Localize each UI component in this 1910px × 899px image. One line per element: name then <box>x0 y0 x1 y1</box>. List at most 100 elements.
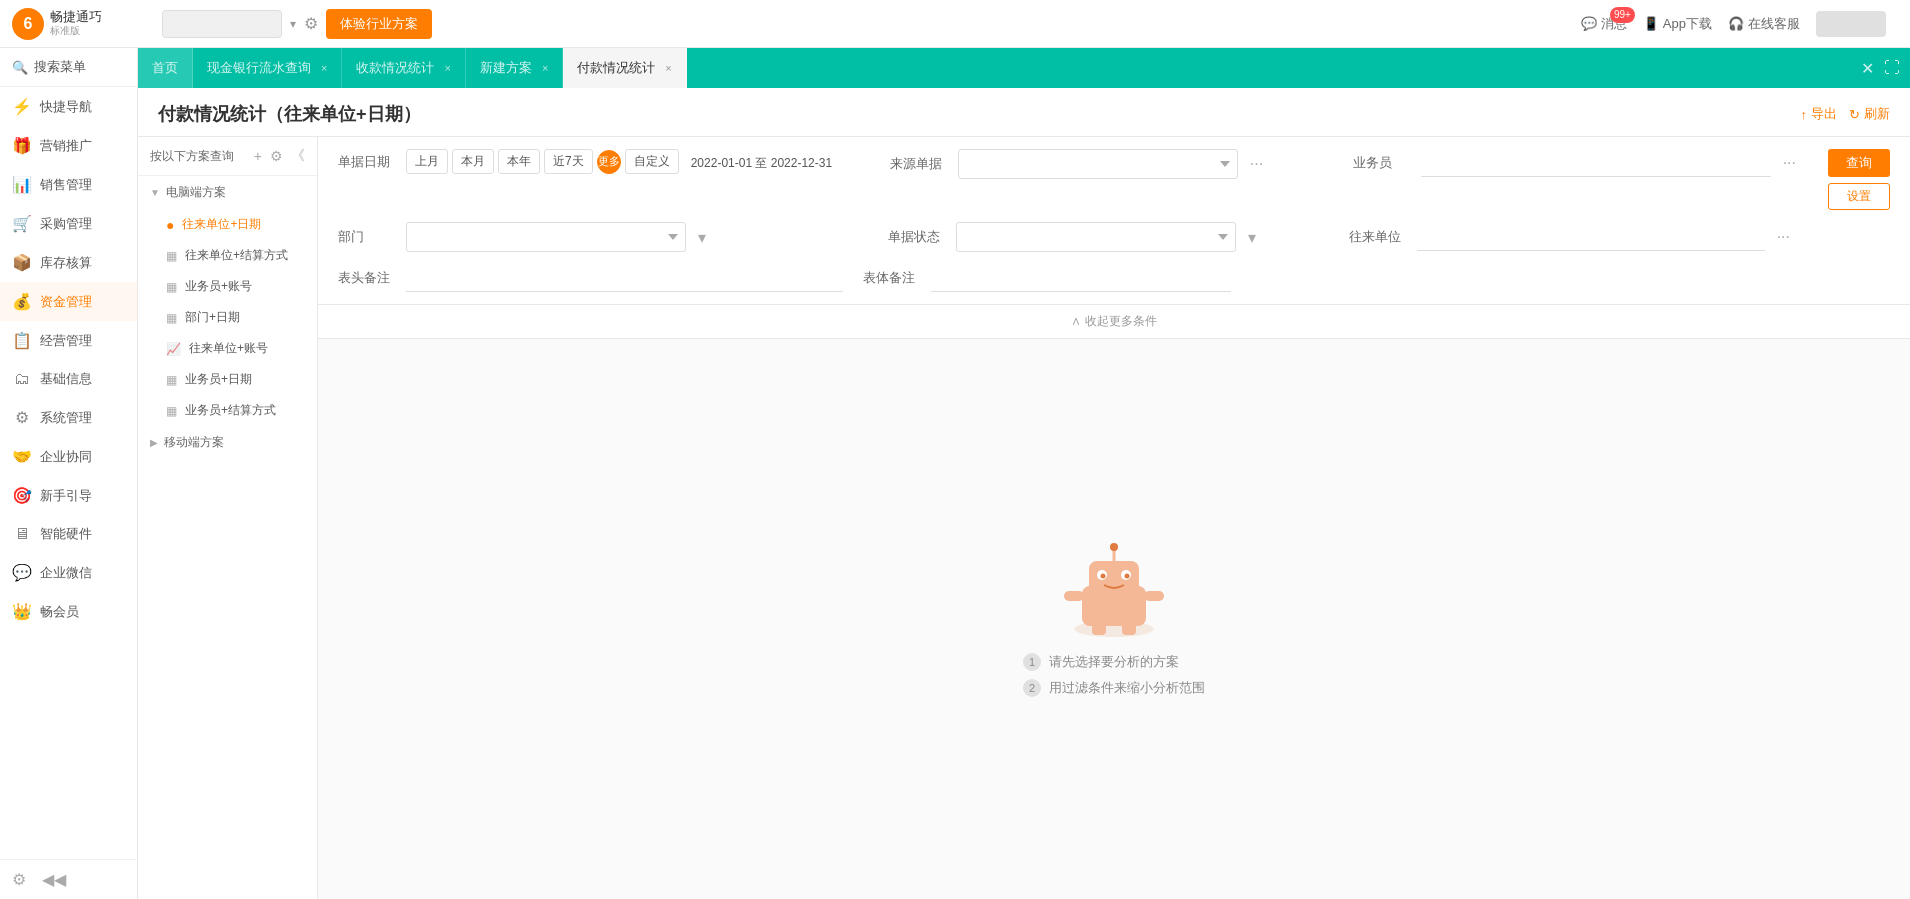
sidebar-label-marketing: 营销推广 <box>40 137 92 155</box>
marketing-icon: 🎁 <box>12 136 32 155</box>
tab-receipts-close[interactable]: × <box>444 62 450 74</box>
source-select[interactable] <box>958 149 1238 179</box>
sidebar-item-company-collab[interactable]: 🤝 企业协同 <box>0 437 137 476</box>
messages-item[interactable]: 💬 消息 99+ <box>1581 15 1627 33</box>
company-chevron-icon[interactable]: ▾ <box>290 17 296 31</box>
sidebar-item-inventory[interactable]: 📦 库存核算 <box>0 243 137 282</box>
date-btn-custom[interactable]: 自定义 <box>625 149 679 174</box>
staff-input-area <box>1421 149 1771 177</box>
mobile-group-arrow-icon: ▶ <box>150 437 158 448</box>
collapse-scheme-icon[interactable]: 《 <box>291 147 305 165</box>
source-filter-label: 来源单据 <box>890 155 950 173</box>
date-btn-last-month[interactable]: 上月 <box>406 149 448 174</box>
app-name: 畅捷通巧 <box>50 9 102 25</box>
scheme-unit-account-icon: 📈 <box>166 342 181 356</box>
scheme-mobile-group: ▶ 移动端方案 <box>138 426 317 459</box>
filter-table-body-note-col: 表体备注 <box>863 264 1790 292</box>
tab-new-scheme[interactable]: 新建方案 × <box>466 48 563 88</box>
sidebar-item-basic[interactable]: 🗂 基础信息 <box>0 360 137 398</box>
svg-rect-10 <box>1144 591 1164 601</box>
tab-cash-bank[interactable]: 现金银行流水查询 × <box>193 48 342 88</box>
sidebar: 🔍 搜索菜单 ⚡ 快捷导航 🎁 营销推广 📊 销售管理 🛒 采购管理 📦 库存核… <box>0 48 138 899</box>
docstatus-filter-label: 单据状态 <box>888 228 948 246</box>
counterpart-more-icon[interactable]: ··· <box>1777 228 1790 246</box>
operation-icon: 📋 <box>12 331 32 350</box>
tab-home[interactable]: 首页 <box>138 48 193 88</box>
collapse-sidebar-icon[interactable]: ◀◀ <box>42 870 66 889</box>
query-button[interactable]: 查询 <box>1828 149 1890 177</box>
date-btn-this-month[interactable]: 本月 <box>452 149 494 174</box>
staff-more-icon[interactable]: ··· <box>1783 154 1796 172</box>
filter-source-col: 来源单据 ··· <box>890 149 1333 179</box>
dept-select[interactable] <box>406 222 686 252</box>
export-button[interactable]: ↑ 导出 <box>1801 105 1838 123</box>
sidebar-search[interactable]: 🔍 搜索菜单 <box>0 48 137 87</box>
tab-close-all-icon[interactable]: ✕ <box>1861 59 1874 78</box>
tab-expand-icon[interactable]: ⛶ <box>1884 59 1900 77</box>
docstatus-select[interactable] <box>956 222 1236 252</box>
tab-cash-bank-close[interactable]: × <box>321 62 327 74</box>
settings-icon[interactable]: ⚙ <box>304 14 318 33</box>
scheme-item-staff-date[interactable]: ▦ 业务员+日期 <box>138 364 317 395</box>
scheme-item-staff-account[interactable]: ▦ 业务员+账号 <box>138 271 317 302</box>
header-right: 💬 消息 99+ 📱 App下载 🎧 在线客服 <box>1581 11 1898 37</box>
scheme-item-dept-date[interactable]: ▦ 部门+日期 <box>138 302 317 333</box>
download-icon: 📱 <box>1643 16 1659 31</box>
tab-receipts[interactable]: 收款情况统计 × <box>342 48 465 88</box>
tab-payment-stats-close[interactable]: × <box>665 62 671 74</box>
scheme-settings-icon[interactable]: ⚙ <box>270 148 283 164</box>
date-btn-this-year[interactable]: 本年 <box>498 149 540 174</box>
date-btn-last-7[interactable]: 近7天 <box>544 149 593 174</box>
sidebar-item-guide[interactable]: 🎯 新手引导 <box>0 476 137 515</box>
source-more-icon[interactable]: ··· <box>1250 155 1263 173</box>
collapse-bar[interactable]: ∧ 收起更多条件 <box>318 305 1910 339</box>
table-header-note-input[interactable] <box>406 264 843 292</box>
sidebar-item-smart-hw[interactable]: 🖥 智能硬件 <box>0 515 137 553</box>
date-btn-more[interactable]: 更多 <box>597 150 621 174</box>
sidebar-item-quick-nav[interactable]: ⚡ 快捷导航 <box>0 87 137 126</box>
date-range-display: 2022-01-01 至 2022-12-31 <box>691 155 832 172</box>
scheme-item-unit-settle[interactable]: ▦ 往来单位+结算方式 <box>138 240 317 271</box>
tab-new-scheme-close[interactable]: × <box>542 62 548 74</box>
filter-staff-col: 业务员 ··· <box>1353 149 1796 177</box>
refresh-button[interactable]: ↻ 刷新 <box>1849 105 1890 123</box>
scheme-desktop-group-title[interactable]: ▼ 电脑端方案 <box>138 176 317 209</box>
dept-more-icon[interactable]: ▾ <box>698 228 706 247</box>
trial-button[interactable]: 体验行业方案 <box>326 9 432 39</box>
filter-table-header-note-col: 表头备注 <box>338 264 843 292</box>
sidebar-item-finance[interactable]: 💰 资金管理 <box>0 282 137 321</box>
sidebar-item-system[interactable]: ⚙ 系统管理 <box>0 398 137 437</box>
scheme-item-unit-date[interactable]: ● 往来单位+日期 <box>138 209 317 240</box>
sidebar-item-purchase[interactable]: 🛒 采购管理 <box>0 204 137 243</box>
filter-settings-button[interactable]: 设置 <box>1828 183 1890 210</box>
header-mid: ▾ ⚙ 体验行业方案 <box>150 9 1581 39</box>
tab-payment-stats[interactable]: 付款情况统计 × <box>563 48 686 88</box>
docstatus-more-icon[interactable]: ▾ <box>1248 228 1256 247</box>
sidebar-item-membership[interactable]: 👑 畅会员 <box>0 592 137 631</box>
sidebar-label-guide: 新手引导 <box>40 487 92 505</box>
online-service-item[interactable]: 🎧 在线客服 <box>1728 15 1800 33</box>
app-download-item[interactable]: 📱 App下载 <box>1643 15 1712 33</box>
dept-select-wrapper <box>406 222 686 252</box>
filter-counterpart-col: 往来单位 ··· <box>1349 223 1790 251</box>
sidebar-item-marketing[interactable]: 🎁 营销推广 <box>0 126 137 165</box>
tab-bar: 首页 现金银行流水查询 × 收款情况统计 × 新建方案 × 付款情况统计 × ✕… <box>138 48 1910 88</box>
wechat-icon: 💬 <box>12 563 32 582</box>
scheme-item-staff-settle[interactable]: ▦ 业务员+结算方式 <box>138 395 317 426</box>
right-filter-actions: 查询 设置 <box>1816 149 1890 210</box>
scheme-item-unit-account[interactable]: 📈 往来单位+账号 <box>138 333 317 364</box>
scheme-mobile-group-title[interactable]: ▶ 移动端方案 <box>138 426 317 459</box>
table-body-note-input[interactable] <box>931 264 1231 292</box>
scheme-dept-date-icon: ▦ <box>166 311 177 325</box>
company-selector[interactable] <box>162 10 282 38</box>
scheme-staff-date-icon: ▦ <box>166 373 177 387</box>
add-scheme-icon[interactable]: + <box>254 148 262 164</box>
sidebar-item-wechat[interactable]: 💬 企业微信 <box>0 553 137 592</box>
sidebar-item-sales[interactable]: 📊 销售管理 <box>0 165 137 204</box>
avatar[interactable] <box>1816 11 1886 37</box>
sidebar-item-operation[interactable]: 📋 经营管理 <box>0 321 137 360</box>
sidebar-label-membership: 畅会员 <box>40 603 79 621</box>
search-icon: 🔍 <box>12 60 28 75</box>
sidebar-bottom: ⚙ ◀◀ <box>0 859 137 899</box>
settings-bottom-icon[interactable]: ⚙ <box>12 870 26 889</box>
